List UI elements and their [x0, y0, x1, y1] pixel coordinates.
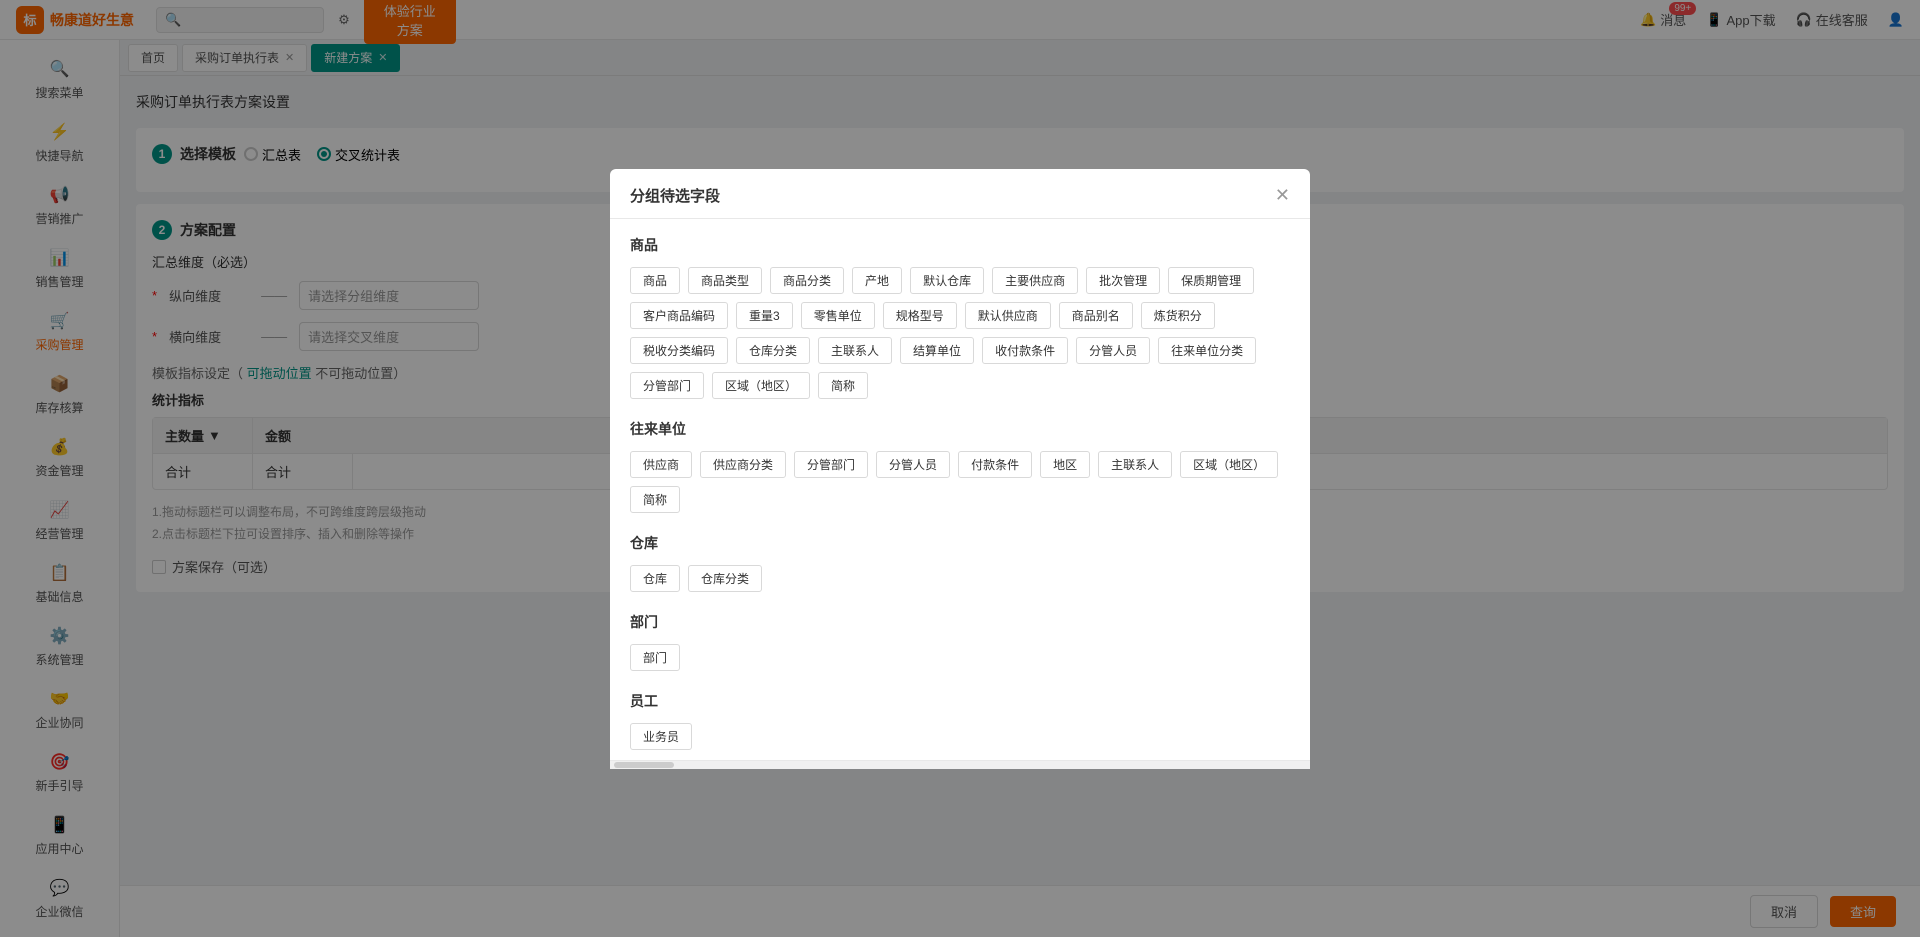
field-tag[interactable]: 批次管理 — [1086, 267, 1160, 294]
field-tag[interactable]: 保质期管理 — [1168, 267, 1254, 294]
field-tag[interactable]: 仓库分类 — [688, 565, 762, 592]
field-tag[interactable]: 产地 — [852, 267, 902, 294]
field-tag[interactable]: 商品别名 — [1059, 302, 1133, 329]
field-tag[interactable]: 主联系人 — [1098, 451, 1172, 478]
dept-fields-row: 部门 — [630, 644, 1290, 671]
field-tag[interactable]: 业务员 — [630, 723, 692, 750]
field-tag[interactable]: 分管人员 — [876, 451, 950, 478]
field-tag[interactable]: 供应商 — [630, 451, 692, 478]
field-tag[interactable]: 付款条件 — [958, 451, 1032, 478]
field-tag[interactable]: 区域（地区） — [712, 372, 810, 399]
modal-close-button[interactable]: ✕ — [1275, 185, 1290, 206]
section-title-dept: 部门 — [630, 612, 1290, 632]
field-tag[interactable]: 简称 — [818, 372, 868, 399]
employee-fields-row: 业务员 — [630, 723, 1290, 750]
field-section-warehouse: 仓库 仓库 仓库分类 — [630, 533, 1290, 592]
field-tag[interactable]: 收付款条件 — [982, 337, 1068, 364]
field-tag[interactable]: 区域（地区） — [1180, 451, 1278, 478]
field-tag[interactable]: 主要供应商 — [992, 267, 1078, 294]
hscroll-thumb — [614, 762, 674, 768]
field-tag[interactable]: 供应商分类 — [700, 451, 786, 478]
section-title-product: 商品 — [630, 235, 1290, 255]
field-tag[interactable]: 地区 — [1040, 451, 1090, 478]
modal-header: 分组待选字段 ✕ — [610, 169, 1310, 219]
field-tag[interactable]: 默认供应商 — [965, 302, 1051, 329]
field-tag[interactable]: 往来单位分类 — [1158, 337, 1256, 364]
field-tag[interactable]: 炼货积分 — [1141, 302, 1215, 329]
field-tag[interactable]: 税收分类编码 — [630, 337, 728, 364]
field-section-partner: 往来单位 供应商 供应商分类 分管部门 分管人员 付款条件 地区 主联系人 区域… — [630, 419, 1290, 513]
modal-overlay: 分组待选字段 ✕ 商品 商品 商品类型 商品分类 产地 默认仓库 主要供应商 批… — [0, 0, 1920, 937]
warehouse-fields-row: 仓库 仓库分类 — [630, 565, 1290, 592]
product-fields-row: 商品 商品类型 商品分类 产地 默认仓库 主要供应商 批次管理 保质期管理 客户… — [630, 267, 1290, 399]
field-tag[interactable]: 商品分类 — [770, 267, 844, 294]
field-section-product: 商品 商品 商品类型 商品分类 产地 默认仓库 主要供应商 批次管理 保质期管理… — [630, 235, 1290, 399]
field-tag[interactable]: 结算单位 — [900, 337, 974, 364]
partner-fields-row: 供应商 供应商分类 分管部门 分管人员 付款条件 地区 主联系人 区域（地区） … — [630, 451, 1290, 513]
modal-body: 商品 商品 商品类型 商品分类 产地 默认仓库 主要供应商 批次管理 保质期管理… — [610, 219, 1310, 761]
field-tag[interactable]: 默认仓库 — [910, 267, 984, 294]
field-tag[interactable]: 部门 — [630, 644, 680, 671]
modal-title: 分组待选字段 — [630, 185, 720, 206]
field-tag[interactable]: 客户商品编码 — [630, 302, 728, 329]
field-tag[interactable]: 分管人员 — [1076, 337, 1150, 364]
modal-box: 分组待选字段 ✕ 商品 商品 商品类型 商品分类 产地 默认仓库 主要供应商 批… — [610, 169, 1310, 769]
field-tag[interactable]: 简称 — [630, 486, 680, 513]
modal-horizontal-scrollbar[interactable] — [610, 760, 1310, 768]
section-title-employee: 员工 — [630, 691, 1290, 711]
field-tag[interactable]: 重量3 — [736, 302, 793, 329]
field-tag[interactable]: 分管部门 — [630, 372, 704, 399]
field-tag[interactable]: 仓库分类 — [736, 337, 810, 364]
section-title-partner: 往来单位 — [630, 419, 1290, 439]
field-tag[interactable]: 规格型号 — [883, 302, 957, 329]
field-tag[interactable]: 仓库 — [630, 565, 680, 592]
field-tag[interactable]: 商品 — [630, 267, 680, 294]
field-tag[interactable]: 商品类型 — [688, 267, 762, 294]
field-section-dept: 部门 部门 — [630, 612, 1290, 671]
field-section-employee: 员工 业务员 — [630, 691, 1290, 750]
section-title-warehouse: 仓库 — [630, 533, 1290, 553]
field-tag[interactable]: 分管部门 — [794, 451, 868, 478]
field-tag[interactable]: 零售单位 — [801, 302, 875, 329]
field-tag[interactable]: 主联系人 — [818, 337, 892, 364]
